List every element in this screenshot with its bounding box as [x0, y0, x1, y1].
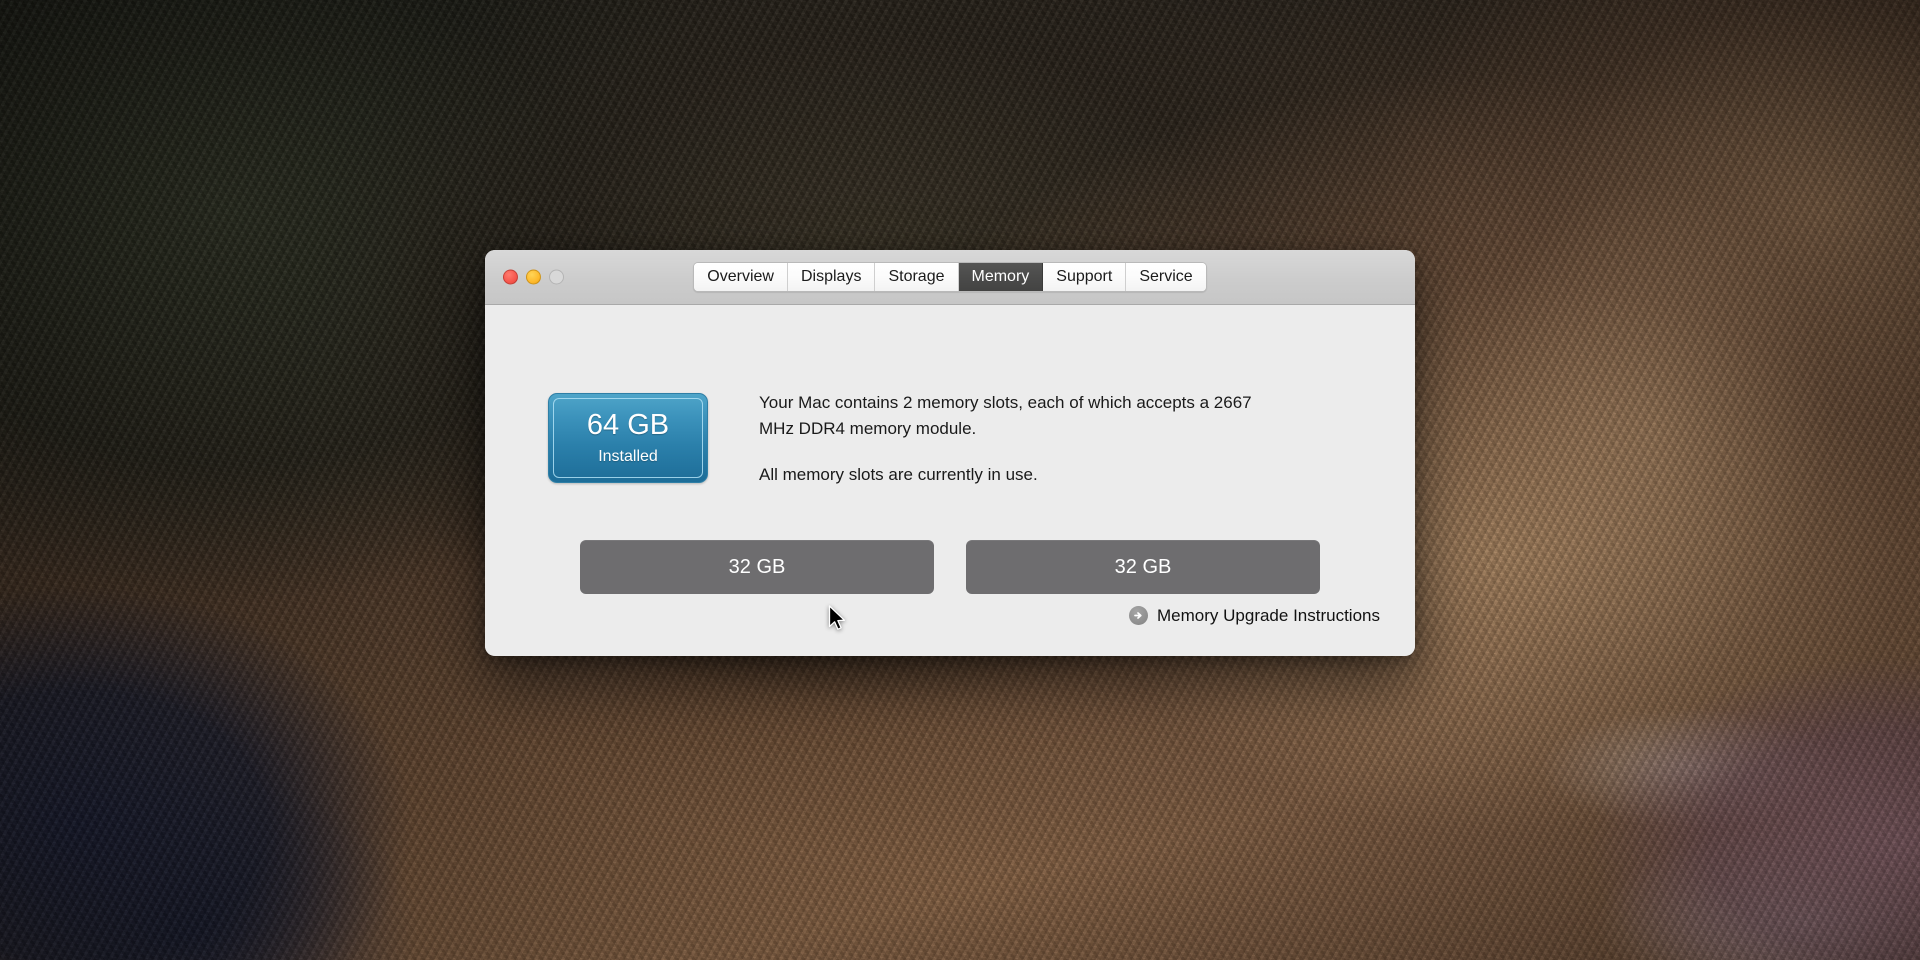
memory-upgrade-instructions-label: Memory Upgrade Instructions — [1157, 606, 1380, 625]
tab-overview[interactable]: Overview — [694, 263, 788, 291]
memory-slot-list: 32 GB 32 GB — [580, 540, 1320, 594]
zoom-button-icon[interactable] — [549, 269, 564, 285]
window-titlebar[interactable]: Overview Displays Storage Memory Support… — [485, 250, 1415, 305]
close-button-icon[interactable] — [503, 269, 518, 285]
memory-slot-2-label: 32 GB — [1114, 556, 1172, 578]
memory-description-secondary: All memory slots are currently in use. — [759, 464, 1038, 484]
traffic-light-group — [503, 269, 564, 285]
tab-memory[interactable]: Memory — [958, 263, 1044, 291]
memory-slot-1-label: 32 GB — [728, 556, 786, 578]
memory-slot-1[interactable]: 32 GB — [580, 540, 934, 594]
installed-memory-badge: 64 GB Installed — [548, 393, 708, 483]
tab-segmented-control: Overview Displays Storage Memory Support… — [693, 262, 1207, 292]
memory-description-primary: Your Mac contains 2 memory slots, each o… — [759, 393, 1252, 439]
tab-storage[interactable]: Storage — [875, 263, 959, 291]
about-this-mac-window: Overview Displays Storage Memory Support… — [485, 250, 1415, 656]
memory-slot-2[interactable]: 32 GB — [966, 540, 1320, 594]
tab-displays[interactable]: Displays — [787, 263, 876, 291]
arrow-right-circle-icon — [1129, 606, 1149, 625]
tab-support[interactable]: Support — [1043, 263, 1127, 291]
tab-service[interactable]: Service — [1126, 263, 1206, 291]
minimize-button-icon[interactable] — [526, 269, 541, 285]
installed-memory-size: 64 GB — [586, 409, 670, 441]
memory-pane: 64 GB Installed Your Mac contains 2 memo… — [485, 305, 1415, 655]
memory-description: Your Mac contains 2 memory slots, each o… — [759, 390, 1289, 488]
installed-memory-caption: Installed — [598, 448, 658, 465]
memory-upgrade-instructions-link[interactable]: Memory Upgrade Instructions — [1129, 606, 1380, 625]
